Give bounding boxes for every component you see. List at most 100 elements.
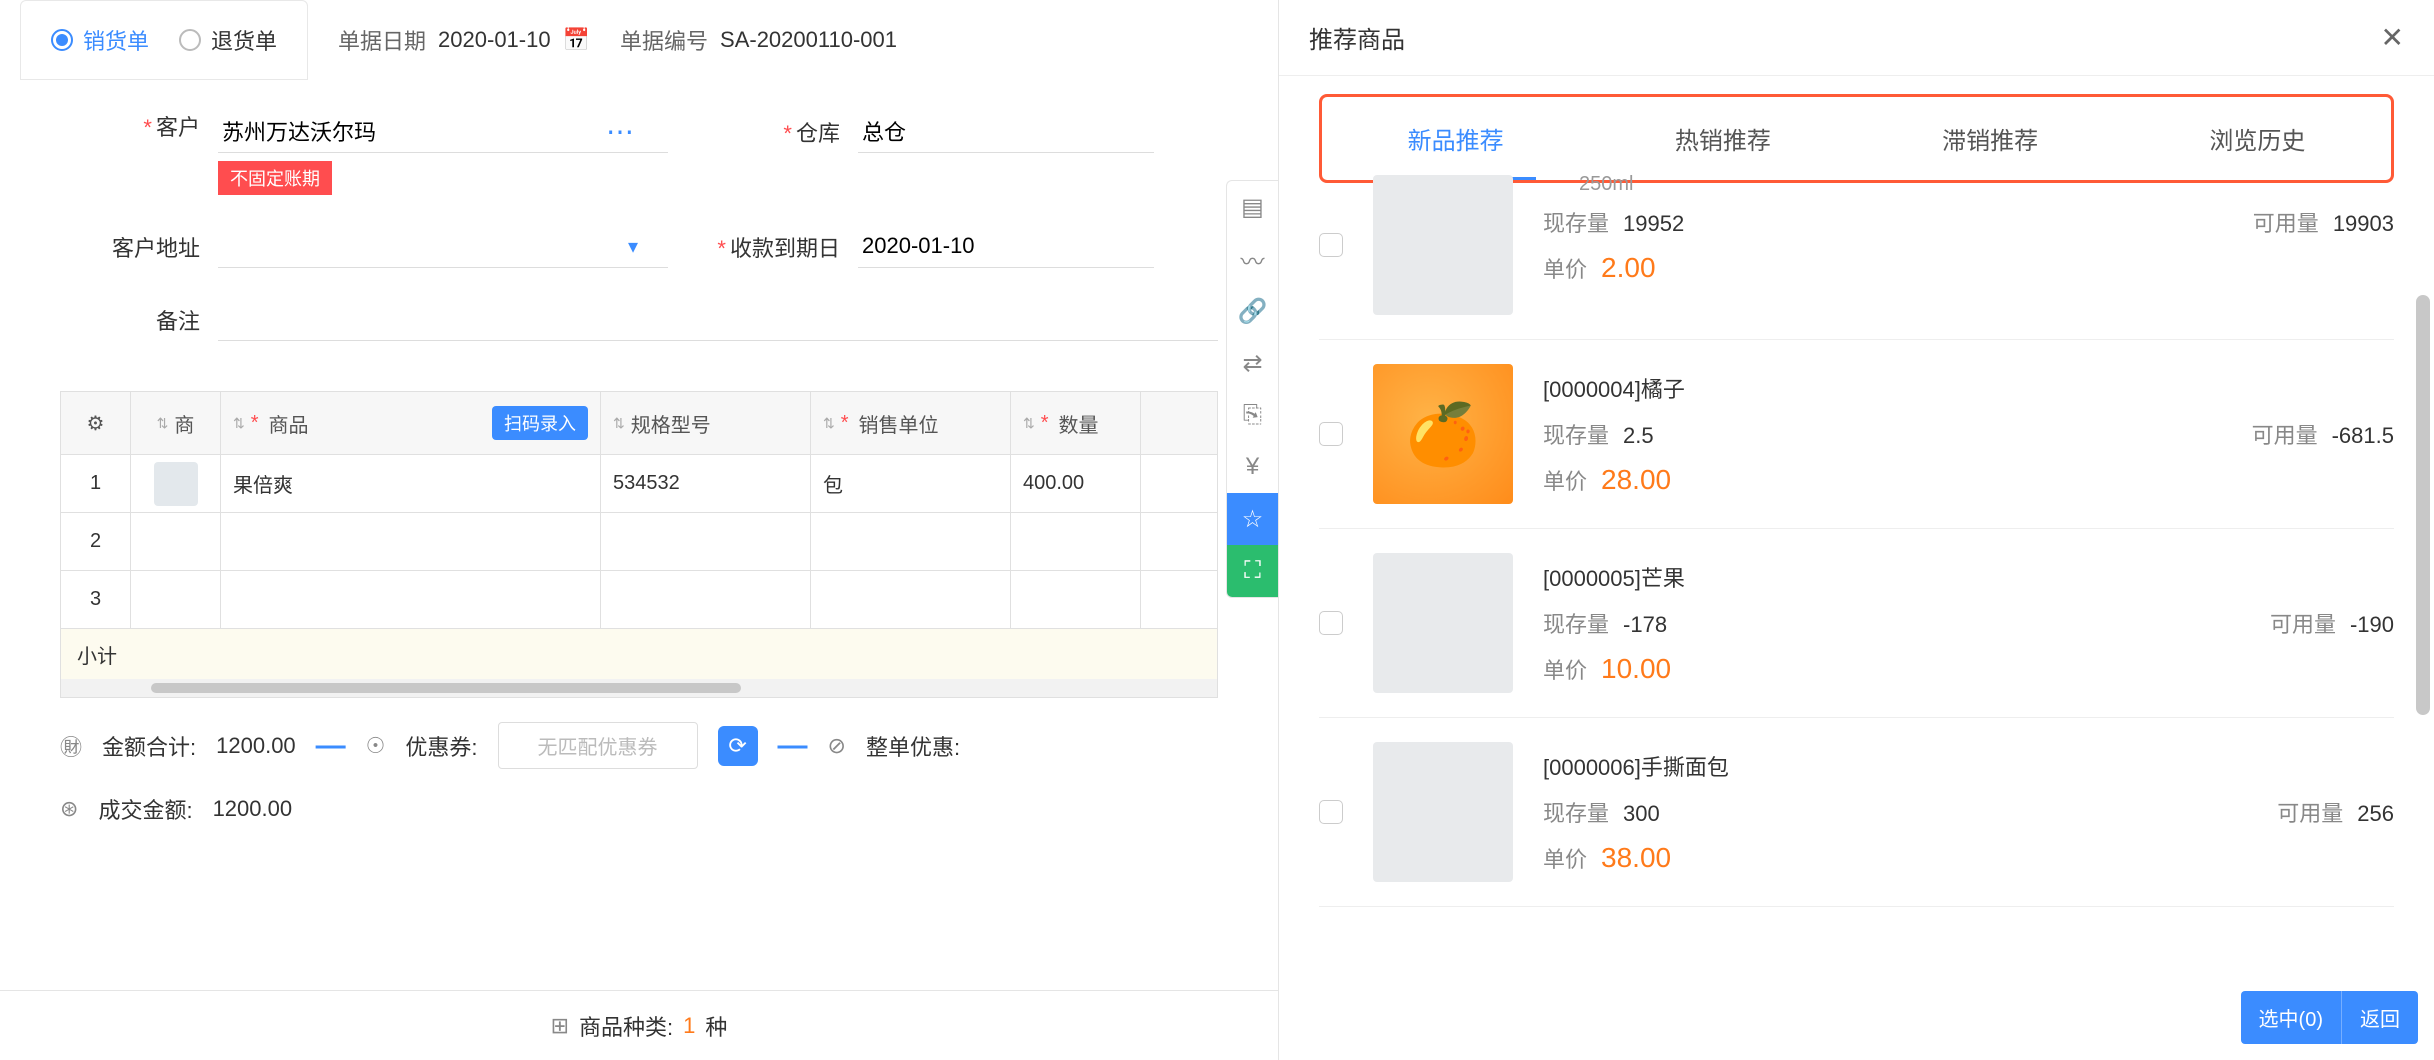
recommend-panel: 推荐商品 ✕ 新品推荐 热销推荐 滞销推荐 浏览历史 250ml 现存量1995… xyxy=(1278,0,2434,1060)
avail-value: -190 xyxy=(2350,612,2394,637)
item-checkbox[interactable] xyxy=(1319,611,1343,635)
warehouse-input[interactable] xyxy=(858,110,1154,153)
col-product[interactable]: ⇅*商品扫码录入 xyxy=(221,392,601,454)
price-value: 38.00 xyxy=(1601,842,1671,873)
totals-area: ㊖ 金额合计: 1200.00 — ☉ 优惠券: 无匹配优惠券 ⟳ — ⊘ 整单… xyxy=(0,698,1278,849)
item-name: [0000005]芒果 xyxy=(1543,561,2394,593)
list-item[interactable]: [0000005]芒果 现存量-178 可用量-190 单价10.00 xyxy=(1319,529,2394,718)
calendar-icon[interactable]: 📅 xyxy=(563,27,590,53)
kinds-suffix: 种 xyxy=(705,1010,727,1042)
tab-new[interactable]: 新品推荐 xyxy=(1322,97,1589,180)
avail-value: 19903 xyxy=(2333,211,2394,236)
col-merchant[interactable]: ⇅商 xyxy=(131,392,221,454)
col-qty[interactable]: ⇅*数量 xyxy=(1011,392,1141,454)
tool-star-icon[interactable]: ☆ xyxy=(1227,493,1278,545)
coupon-label: 优惠券: xyxy=(405,730,477,762)
tab-slow[interactable]: 滞销推荐 xyxy=(1857,97,2124,180)
minus-icon: — xyxy=(316,729,346,763)
avail-value: 256 xyxy=(2357,801,2394,826)
item-checkbox[interactable] xyxy=(1319,800,1343,824)
list-item[interactable]: 🍊 [0000004]橘子 现存量2.5 可用量-681.5 单价28.00 xyxy=(1319,340,2394,529)
stock-value: 2.5 xyxy=(1623,423,1654,448)
cell-spec[interactable]: 534532 xyxy=(601,455,811,512)
line-items-grid: ⚙ ⇅商 ⇅*商品扫码录入 ⇅规格型号 ⇅*销售单位 ⇅*数量 1 果倍爽 53… xyxy=(60,391,1218,698)
grid-header: ⚙ ⇅商 ⇅*商品扫码录入 ⇅规格型号 ⇅*销售单位 ⇅*数量 xyxy=(61,392,1217,455)
deal-icon: ⊛ xyxy=(60,796,78,822)
back-button[interactable]: 返回 xyxy=(2342,991,2418,1044)
customer-tag: 不固定账期 xyxy=(218,161,332,195)
tool-exchange-icon[interactable]: ⇄ xyxy=(1227,337,1278,389)
doc-no-value: SA-20200110-001 xyxy=(720,27,897,53)
tab-history[interactable]: 浏览历史 xyxy=(2124,97,2391,180)
customer-input[interactable] xyxy=(218,110,598,152)
partial-item-name: 250ml xyxy=(1579,175,1633,196)
product-image xyxy=(1373,553,1513,693)
form-area: *客户 ⋯ 不固定账期 *仓库 客户地址 xyxy=(0,80,1278,391)
sort-icon: ⇅ xyxy=(157,415,169,432)
recommend-footer: 选中(0) 返回 xyxy=(2241,991,2418,1044)
recommend-title: 推荐商品 xyxy=(1309,20,1405,55)
table-row[interactable]: 3 xyxy=(61,571,1217,629)
due-input[interactable] xyxy=(858,225,1154,268)
price-value: 2.00 xyxy=(1601,252,1656,283)
tool-link-icon[interactable]: 🔗 xyxy=(1227,285,1278,337)
item-checkbox[interactable] xyxy=(1319,233,1343,257)
remark-input[interactable] xyxy=(218,298,1218,341)
side-toolbar: ▤ 〰 🔗 ⇄ ⎘ ¥ ☆ ⛶ xyxy=(1226,180,1278,598)
radio-circle-icon xyxy=(51,29,73,51)
kinds-value: 1 xyxy=(683,1013,695,1039)
cell-product[interactable]: 果倍爽 xyxy=(221,455,601,512)
tool-receipt-icon[interactable]: ⎘ xyxy=(1227,389,1278,441)
customer-more-icon[interactable]: ⋯ xyxy=(598,115,642,148)
horizontal-scrollbar[interactable] xyxy=(61,679,1217,697)
doc-date-value[interactable]: 2020-01-10 xyxy=(438,27,551,53)
stock-value: -178 xyxy=(1623,612,1667,637)
deal-value: 1200.00 xyxy=(213,796,293,822)
col-spec[interactable]: ⇅规格型号 xyxy=(601,392,811,454)
kinds-label: 商品种类: xyxy=(579,1010,673,1042)
price-value: 10.00 xyxy=(1601,653,1671,684)
coupon-input[interactable]: 无匹配优惠券 xyxy=(498,722,698,769)
tool-currency-icon[interactable]: ¥ xyxy=(1227,441,1278,493)
bottom-bar: ⊞ 商品种类: 1 种 xyxy=(0,990,1278,1060)
row-no: 1 xyxy=(61,455,131,512)
radio-return[interactable]: 退货单 xyxy=(179,24,277,56)
vertical-scrollbar[interactable] xyxy=(2416,295,2430,715)
item-checkbox[interactable] xyxy=(1319,422,1343,446)
doc-header: 销货单 退货单 单据日期 2020-01-10 📅 单据编号 SA-202001… xyxy=(0,0,1278,80)
scan-input-button[interactable]: 扫码录入 xyxy=(492,406,588,440)
cell-unit[interactable]: 包 xyxy=(811,455,1011,512)
col-unit[interactable]: ⇅*销售单位 xyxy=(811,392,1011,454)
selected-count-button[interactable]: 选中(0) xyxy=(2241,991,2342,1044)
chevron-down-icon[interactable]: ▾ xyxy=(628,234,638,259)
tool-chart-icon[interactable]: 〰 xyxy=(1227,233,1278,285)
tool-expand-icon[interactable]: ⛶ xyxy=(1227,545,1278,597)
yen-icon: ㊖ xyxy=(60,730,82,762)
refresh-icon: ⟳ xyxy=(728,733,746,759)
price-value: 28.00 xyxy=(1601,464,1671,495)
doc-date-field: 单据日期 2020-01-10 📅 xyxy=(338,24,590,56)
row-no: 3 xyxy=(61,571,131,628)
col-settings[interactable]: ⚙ xyxy=(61,392,131,454)
product-image xyxy=(1373,175,1513,315)
table-row[interactable]: 1 果倍爽 534532 包 400.00 xyxy=(61,455,1217,513)
order-disc-label: 整单优惠: xyxy=(866,730,960,762)
tool-list-icon[interactable]: ▤ xyxy=(1227,181,1278,233)
tab-hot[interactable]: 热销推荐 xyxy=(1589,97,1856,180)
radio-circle-icon xyxy=(179,29,201,51)
close-icon[interactable]: ✕ xyxy=(2381,21,2404,54)
table-row[interactable]: 2 xyxy=(61,513,1217,571)
list-item[interactable]: [0000006]手撕面包 现存量300 可用量256 单价38.00 xyxy=(1319,718,2394,907)
product-thumb xyxy=(154,462,198,506)
address-input[interactable] xyxy=(218,225,628,267)
list-item[interactable]: 现存量19952 可用量19903 单价2.00 xyxy=(1319,175,2394,340)
warehouse-label: 仓库 xyxy=(796,121,840,146)
due-label: 收款到期日 xyxy=(730,236,840,261)
cell-qty[interactable]: 400.00 xyxy=(1011,455,1141,512)
discount-icon: ⊘ xyxy=(828,733,846,759)
deal-label: 成交金额: xyxy=(98,793,192,825)
refresh-button[interactable]: ⟳ xyxy=(718,726,758,766)
recommend-list[interactable]: 250ml 现存量19952 可用量19903 单价2.00 🍊 [00 xyxy=(1279,175,2434,1060)
address-label: 客户地址 xyxy=(112,236,200,261)
radio-sale[interactable]: 销货单 xyxy=(51,24,149,56)
